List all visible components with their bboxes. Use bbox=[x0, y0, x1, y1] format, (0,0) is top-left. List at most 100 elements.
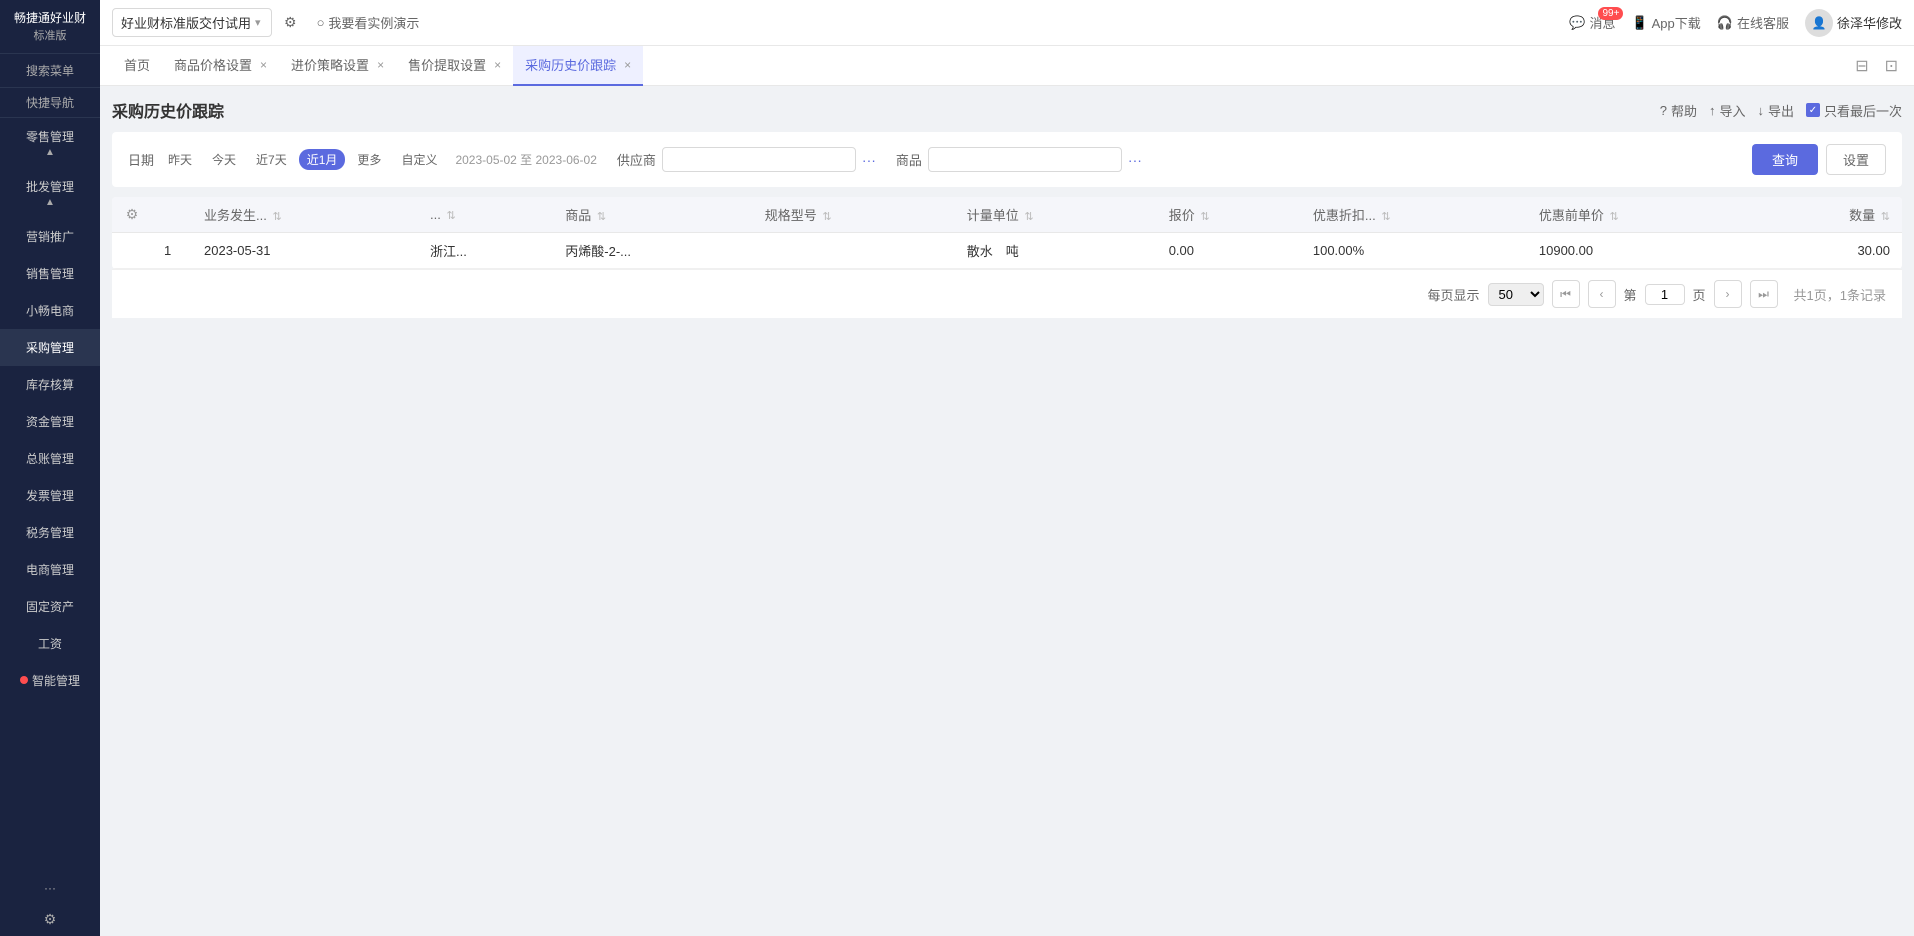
th-date-sort-icon[interactable]: ⇅ bbox=[272, 211, 281, 223]
page-input[interactable] bbox=[1645, 284, 1685, 305]
tab-purchase-history-close[interactable]: × bbox=[624, 58, 631, 72]
pagination-total: 共1页，1条记录 bbox=[1794, 285, 1886, 304]
last-page-button[interactable]: ⏭ bbox=[1750, 280, 1778, 308]
sidebar-item-ecom-small-label: 小畅电商 bbox=[26, 302, 74, 319]
th-quote-sort-icon[interactable]: ⇅ bbox=[1200, 211, 1209, 223]
settings-button[interactable]: 设置 bbox=[1826, 144, 1886, 175]
date-option-last1m[interactable]: 近1月 bbox=[299, 149, 346, 170]
sidebar-search[interactable]: 搜索菜单 bbox=[0, 54, 100, 88]
user-menu[interactable]: 👤 徐泽华修改 bbox=[1805, 9, 1902, 37]
date-option-more[interactable]: 更多 bbox=[349, 149, 389, 170]
row-dots: 浙江... bbox=[418, 233, 553, 269]
sidebar-item-payroll[interactable]: 工资 bbox=[0, 625, 100, 662]
headset-icon: 🎧 bbox=[1717, 15, 1733, 31]
tab-purchase-strategy[interactable]: 进价策略设置 × bbox=[279, 46, 396, 86]
demo-circle-icon: ○ bbox=[317, 15, 325, 30]
th-dots: ... ⇅ bbox=[418, 197, 553, 233]
sidebar-item-ecom-label: 电商管理 bbox=[26, 561, 74, 578]
demo-link[interactable]: ○ 我要看实例演示 bbox=[317, 13, 420, 32]
row-product: 丙烯酸-2-... bbox=[553, 233, 752, 269]
help-button[interactable]: ? 帮助 bbox=[1660, 101, 1697, 120]
sidebar-item-sales[interactable]: 销售管理 bbox=[0, 255, 100, 292]
th-spec-sort-icon[interactable]: ⇅ bbox=[822, 211, 831, 223]
sidebar-item-wholesale[interactable]: 批发管理 ▲ bbox=[0, 168, 100, 218]
online-service-button[interactable]: 🎧 在线客服 bbox=[1717, 13, 1789, 32]
per-page-select[interactable]: 50 10 20 100 bbox=[1488, 283, 1544, 306]
sidebar-item-wholesale-label: 批发管理 bbox=[26, 178, 74, 195]
product-filter-label: 商品 bbox=[896, 150, 922, 169]
sidebar-item-tax[interactable]: 税务管理 bbox=[0, 514, 100, 551]
import-button[interactable]: ↑ 导入 bbox=[1709, 101, 1746, 120]
sidebar-item-ecom-small[interactable]: 小畅电商 bbox=[0, 292, 100, 329]
supplier-filter-label: 供应商 bbox=[617, 150, 656, 169]
date-option-last7[interactable]: 近7天 bbox=[248, 149, 295, 170]
product-dots-icon[interactable]: ··· bbox=[1128, 152, 1142, 168]
tab-price-settings-close[interactable]: × bbox=[260, 58, 267, 72]
sidebar-item-ecom[interactable]: 电商管理 bbox=[0, 551, 100, 588]
version-dropdown[interactable]: 好业财标准版交付试用 ▾ bbox=[112, 8, 272, 37]
sidebar-item-retail[interactable]: 零售管理 ▲ bbox=[0, 118, 100, 168]
th-quantity-sort-icon[interactable]: ⇅ bbox=[1881, 211, 1890, 223]
pagination: 每页显示 50 10 20 100 ⏮ ‹ 第 页 › ⏭ 共1页，1条记录 bbox=[112, 269, 1902, 318]
sidebar-item-invoice[interactable]: 发票管理 bbox=[0, 477, 100, 514]
date-option-custom[interactable]: 自定义 bbox=[393, 149, 445, 170]
sidebar-item-marketing-label: 营销推广 bbox=[26, 228, 74, 245]
topbar-gear-icon[interactable]: ⚙ bbox=[280, 10, 301, 35]
sidebar-item-marketing[interactable]: 营销推广 bbox=[0, 218, 100, 255]
tab-purchase-strategy-label: 进价策略设置 bbox=[291, 55, 369, 74]
sidebar-quicknav[interactable]: 快捷导航 bbox=[0, 88, 100, 118]
first-page-button[interactable]: ⏮ bbox=[1552, 280, 1580, 308]
app-download-label: App下载 bbox=[1652, 13, 1701, 32]
sidebar-item-ledger[interactable]: 总账管理 bbox=[0, 440, 100, 477]
tab-purchase-strategy-close[interactable]: × bbox=[377, 58, 384, 72]
supplier-filter-group: 供应商 ··· bbox=[617, 147, 876, 172]
tab-price-settings[interactable]: 商品价格设置 × bbox=[162, 46, 279, 86]
online-service-label: 在线客服 bbox=[1737, 13, 1789, 32]
date-range-display: 2023-05-02 至 2023-06-02 bbox=[455, 151, 596, 168]
tab-home[interactable]: 首页 bbox=[112, 46, 162, 86]
tab-expand-button[interactable]: ⊡ bbox=[1881, 52, 1902, 80]
sidebar-item-finance[interactable]: 资金管理 bbox=[0, 403, 100, 440]
tab-sale-price-close[interactable]: × bbox=[494, 58, 501, 72]
th-dots-sort-icon[interactable]: ⇅ bbox=[447, 210, 456, 222]
help-icon: ? bbox=[1660, 103, 1667, 118]
th-unit: 计量单位 ⇅ bbox=[955, 197, 1157, 233]
import-icon: ↑ bbox=[1709, 103, 1716, 118]
app-download-button[interactable]: 📱 App下载 bbox=[1631, 13, 1700, 32]
sidebar-item-inventory[interactable]: 库存核算 bbox=[0, 366, 100, 403]
next-page-button[interactable]: › bbox=[1714, 280, 1742, 308]
row-pre-discount: 10900.00 bbox=[1527, 233, 1758, 269]
th-product-sort-icon[interactable]: ⇅ bbox=[597, 211, 606, 223]
query-button[interactable]: 查询 bbox=[1752, 144, 1818, 175]
logo-sub-text: 标准版 bbox=[8, 27, 92, 43]
sidebar-item-finance-label: 资金管理 bbox=[26, 413, 74, 430]
date-option-today[interactable]: 今天 bbox=[204, 149, 244, 170]
app-download-icon: 📱 bbox=[1631, 15, 1647, 31]
last-only-checkbox[interactable]: ✓ 只看最后一次 bbox=[1806, 101, 1902, 120]
table-gear-icon[interactable]: ⚙ bbox=[126, 206, 139, 222]
supplier-dots-icon[interactable]: ··· bbox=[862, 152, 876, 168]
sidebar-item-payroll-label: 工资 bbox=[38, 635, 62, 652]
prev-page-button[interactable]: ‹ bbox=[1588, 280, 1616, 308]
th-discount-sort-icon[interactable]: ⇅ bbox=[1381, 211, 1390, 223]
tab-sale-price[interactable]: 售价提取设置 × bbox=[396, 46, 513, 86]
last-only-checkbox-box: ✓ bbox=[1806, 103, 1820, 117]
sidebar-item-assets[interactable]: 固定资产 bbox=[0, 588, 100, 625]
sidebar-item-smart[interactable]: 智能管理 bbox=[0, 662, 100, 699]
tabbar: 首页 商品价格设置 × 进价策略设置 × 售价提取设置 × 采购历史价跟踪 × … bbox=[100, 46, 1914, 86]
export-button[interactable]: ↓ 导出 bbox=[1757, 101, 1794, 120]
supplier-input[interactable] bbox=[662, 147, 856, 172]
product-input[interactable] bbox=[928, 147, 1122, 172]
th-unit-sort-icon[interactable]: ⇅ bbox=[1024, 211, 1033, 223]
th-pre-discount-sort-icon[interactable]: ⇅ bbox=[1610, 211, 1619, 223]
sidebar-item-purchase[interactable]: 采购管理 bbox=[0, 329, 100, 366]
sidebar-gear-icon[interactable]: ⚙ bbox=[0, 903, 100, 936]
date-option-yesterday[interactable]: 昨天 bbox=[160, 149, 200, 170]
product-filter-group: 商品 ··· bbox=[896, 147, 1142, 172]
tab-purchase-history[interactable]: 采购历史价跟踪 × bbox=[513, 46, 643, 86]
message-button[interactable]: 💬 消息 99+ bbox=[1569, 13, 1615, 32]
sidebar-more[interactable]: ··· bbox=[0, 873, 100, 903]
import-label: 导入 bbox=[1719, 101, 1745, 120]
sidebar-logo: 畅捷通好业财 标准版 bbox=[0, 0, 100, 54]
tab-collapse-button[interactable]: ⊟ bbox=[1851, 52, 1872, 80]
